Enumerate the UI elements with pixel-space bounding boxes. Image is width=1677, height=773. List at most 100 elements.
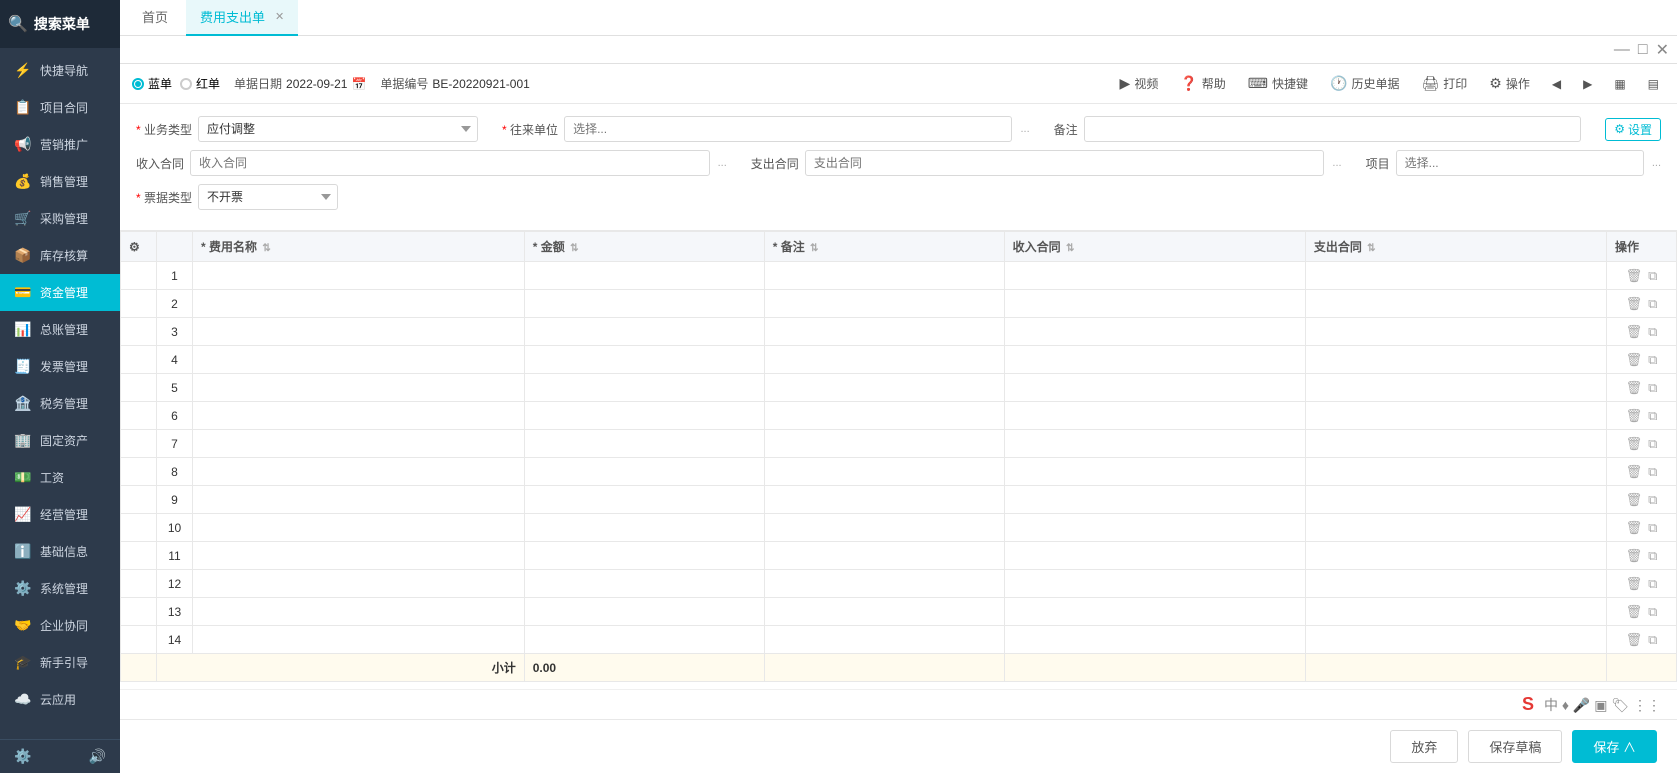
row-income-contract-7[interactable] — [1004, 430, 1305, 458]
th-expense-contract[interactable]: 支出合同 ⇅ — [1305, 232, 1606, 262]
row-copy-5[interactable]: ⧉ — [1648, 380, 1657, 396]
row-copy-13[interactable]: ⧉ — [1648, 604, 1657, 620]
tab-expense[interactable]: 费用支出单✕ — [186, 0, 298, 36]
shortcut-button[interactable]: ⌨ 快捷键 — [1242, 73, 1314, 94]
row-delete-11[interactable]: 🗑 — [1626, 548, 1643, 564]
th-expense-name[interactable]: * 费用名称 ⇅ — [193, 232, 525, 262]
sidebar-item-operations[interactable]: 📈 经营管理 — [0, 496, 120, 533]
row-expense-name-4[interactable] — [193, 346, 525, 374]
partner-ellipsis[interactable]: ... — [1020, 123, 1029, 135]
row-expense-contract-6[interactable] — [1305, 402, 1606, 430]
red-bill-radio[interactable]: 红单 — [180, 75, 220, 92]
sidebar-item-marketing[interactable]: 📢 营销推广 — [0, 126, 120, 163]
row-remark-8[interactable] — [764, 458, 1004, 486]
table-wrapper[interactable]: ⚙ * 费用名称 ⇅ * 金额 ⇅ * 备注 ⇅ 收入合同 ⇅ 支出合同 ⇅ 操… — [120, 231, 1677, 689]
row-remark-4[interactable] — [764, 346, 1004, 374]
prev-button[interactable]: ◀ — [1546, 75, 1567, 93]
row-income-contract-10[interactable] — [1004, 514, 1305, 542]
row-remark-1[interactable] — [764, 262, 1004, 290]
row-amount-1[interactable] — [524, 262, 764, 290]
row-remark-3[interactable] — [764, 318, 1004, 346]
row-expense-name-11[interactable] — [193, 542, 525, 570]
row-amount-11[interactable] — [524, 542, 764, 570]
row-amount-9[interactable] — [524, 486, 764, 514]
maximize-button[interactable]: □ — [1638, 41, 1648, 59]
sidebar-item-cloud-apps[interactable]: ☁️ 云应用 — [0, 681, 120, 718]
history-button[interactable]: 🕐 历史单据 — [1324, 73, 1405, 94]
row-expense-name-7[interactable] — [193, 430, 525, 458]
row-copy-2[interactable]: ⧉ — [1648, 296, 1657, 312]
row-copy-3[interactable]: ⧉ — [1648, 324, 1657, 340]
row-delete-9[interactable]: 🗑 — [1626, 492, 1643, 508]
invoice-type-select[interactable]: 不开票 — [198, 184, 338, 210]
sidebar-item-enterprise[interactable]: 🤝 企业协同 — [0, 607, 120, 644]
row-delete-3[interactable]: 🗑 — [1626, 324, 1643, 340]
setting-button[interactable]: ⚙ 设置 — [1605, 118, 1661, 141]
row-remark-13[interactable] — [764, 598, 1004, 626]
view-toggle-2[interactable]: ▤ — [1642, 75, 1665, 93]
sidebar-item-purchase[interactable]: 🛒 采购管理 — [0, 200, 120, 237]
sidebar-item-invoice[interactable]: 🧾 发票管理 — [0, 348, 120, 385]
row-delete-7[interactable]: 🗑 — [1626, 436, 1643, 452]
row-expense-name-1[interactable] — [193, 262, 525, 290]
row-delete-2[interactable]: 🗑 — [1626, 296, 1643, 312]
row-expense-name-8[interactable] — [193, 458, 525, 486]
row-amount-10[interactable] — [524, 514, 764, 542]
row-amount-13[interactable] — [524, 598, 764, 626]
row-amount-12[interactable] — [524, 570, 764, 598]
row-expense-name-3[interactable] — [193, 318, 525, 346]
project-ellipsis[interactable]: ... — [1652, 157, 1661, 169]
sidebar-item-sales[interactable]: 💰 销售管理 — [0, 163, 120, 200]
help-button[interactable]: ❓ 帮助 — [1174, 73, 1231, 94]
row-delete-10[interactable]: 🗑 — [1626, 520, 1643, 536]
row-expense-contract-10[interactable] — [1305, 514, 1606, 542]
abandon-button[interactable]: 放弃 — [1390, 730, 1458, 763]
row-expense-contract-5[interactable] — [1305, 374, 1606, 402]
row-income-contract-2[interactable] — [1004, 290, 1305, 318]
tab-close-expense[interactable]: ✕ — [275, 10, 284, 23]
next-button[interactable]: ▶ — [1577, 75, 1598, 93]
blue-bill-radio[interactable]: 蓝单 — [132, 75, 172, 92]
row-amount-4[interactable] — [524, 346, 764, 374]
income-contract-ellipsis[interactable]: ... — [718, 157, 727, 169]
row-copy-4[interactable]: ⧉ — [1648, 352, 1657, 368]
row-expense-contract-8[interactable] — [1305, 458, 1606, 486]
row-expense-name-9[interactable] — [193, 486, 525, 514]
sidebar-item-fixed-assets[interactable]: 🏢 固定资产 — [0, 422, 120, 459]
row-income-contract-13[interactable] — [1004, 598, 1305, 626]
row-amount-7[interactable] — [524, 430, 764, 458]
partner-input[interactable] — [564, 116, 1012, 142]
row-amount-2[interactable] — [524, 290, 764, 318]
row-amount-3[interactable] — [524, 318, 764, 346]
video-button[interactable]: ▶ 视频 — [1114, 73, 1165, 94]
row-copy-10[interactable]: ⧉ — [1648, 520, 1657, 536]
row-copy-9[interactable]: ⧉ — [1648, 492, 1657, 508]
row-delete-5[interactable]: 🗑 — [1626, 380, 1643, 396]
row-expense-contract-14[interactable] — [1305, 626, 1606, 654]
row-remark-6[interactable] — [764, 402, 1004, 430]
row-copy-8[interactable]: ⧉ — [1648, 464, 1657, 480]
th-amount[interactable]: * 金额 ⇅ — [524, 232, 764, 262]
row-expense-contract-12[interactable] — [1305, 570, 1606, 598]
row-copy-14[interactable]: ⧉ — [1648, 632, 1657, 648]
row-delete-8[interactable]: 🗑 — [1626, 464, 1643, 480]
row-expense-contract-4[interactable] — [1305, 346, 1606, 374]
sidebar-item-project-contract[interactable]: 📋 项目合同 — [0, 89, 120, 126]
row-income-contract-9[interactable] — [1004, 486, 1305, 514]
business-type-select[interactable]: 应付调整 — [198, 116, 478, 142]
calendar-icon[interactable]: 📅 — [351, 77, 366, 91]
sidebar-item-system[interactable]: ⚙️ 系统管理 — [0, 570, 120, 607]
row-income-contract-5[interactable] — [1004, 374, 1305, 402]
row-copy-12[interactable]: ⧉ — [1648, 576, 1657, 592]
row-delete-6[interactable]: 🗑 — [1626, 408, 1643, 424]
close-button[interactable]: ✕ — [1656, 40, 1669, 60]
settings-icon[interactable]: ⚙️ — [14, 748, 31, 765]
income-contract-input[interactable] — [190, 150, 710, 176]
row-expense-name-13[interactable] — [193, 598, 525, 626]
row-expense-contract-7[interactable] — [1305, 430, 1606, 458]
row-expense-name-5[interactable] — [193, 374, 525, 402]
row-copy-6[interactable]: ⧉ — [1648, 408, 1657, 424]
row-remark-10[interactable] — [764, 514, 1004, 542]
sidebar-item-accounting[interactable]: 📊 总账管理 — [0, 311, 120, 348]
sound-icon[interactable]: 🔊 — [89, 748, 106, 765]
